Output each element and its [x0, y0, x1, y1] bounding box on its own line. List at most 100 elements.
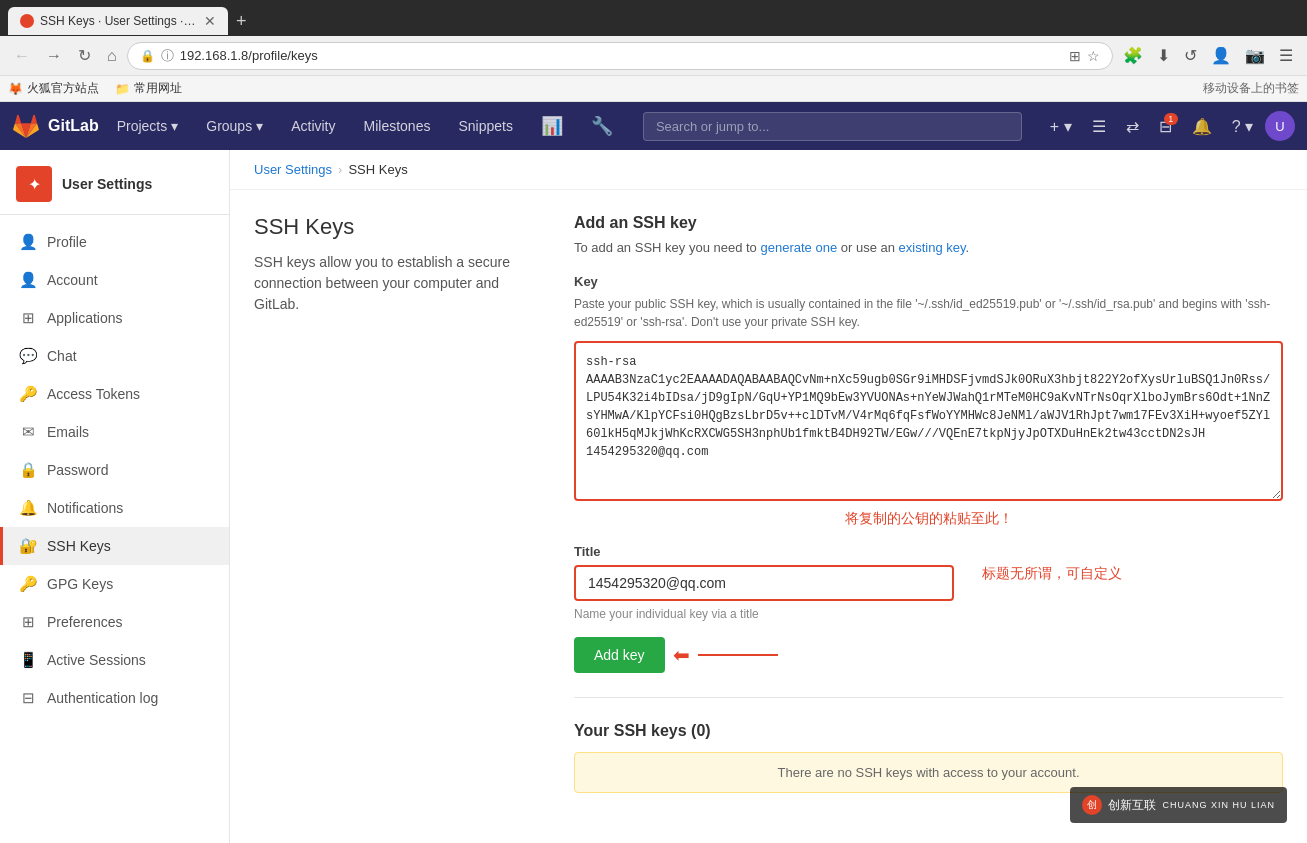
gitlab-logo[interactable]: GitLab	[12, 112, 99, 140]
sidebar-header: ✦ User Settings	[0, 150, 229, 215]
sidebar-item-label: Authentication log	[47, 690, 158, 706]
extensions-button[interactable]: 🧩	[1117, 42, 1149, 69]
downloads-button[interactable]: ⬇	[1151, 42, 1176, 69]
sidebar-item-label: SSH Keys	[47, 538, 111, 554]
sidebar-item-notifications[interactable]: 🔔 Notifications	[0, 489, 229, 527]
nav-merge-requests[interactable]: ⇄	[1118, 111, 1147, 142]
breadcrumb-parent-link[interactable]: User Settings	[254, 162, 332, 177]
refresh-button[interactable]: ↻	[72, 42, 97, 69]
tab-favicon	[20, 14, 34, 28]
user-avatar-button[interactable]: U	[1265, 111, 1295, 141]
sidebar-item-emails[interactable]: ✉ Emails	[0, 413, 229, 451]
bookmark-icon: 🦊	[8, 82, 23, 96]
browser-toolbar: ← → ↻ ⌂ 🔒 ⓘ 192.168.1.8/profile/keys ⊞ ☆…	[0, 36, 1307, 76]
title-input[interactable]	[574, 565, 954, 601]
sidebar-item-access-tokens[interactable]: 🔑 Access Tokens	[0, 375, 229, 413]
bookmark-common[interactable]: 📁 常用网址	[115, 80, 182, 97]
back-button[interactable]: ←	[8, 43, 36, 69]
bookmark-star-icon[interactable]: ☆	[1087, 48, 1100, 64]
tab-close-button[interactable]: ✕	[204, 13, 216, 29]
nav-milestones[interactable]: Milestones	[354, 110, 441, 142]
sidebar-item-label: Chat	[47, 348, 77, 364]
bookmarks-bar: 🦊 火狐官方站点 📁 常用网址 移动设备上的书签	[0, 76, 1307, 102]
new-tab-button[interactable]: +	[228, 11, 255, 32]
sync-button[interactable]: ↺	[1178, 42, 1203, 69]
chevron-down-icon: ▾	[256, 118, 263, 134]
sidebar-title: User Settings	[62, 176, 152, 192]
sessions-icon: 📱	[19, 651, 37, 669]
forward-button[interactable]: →	[40, 43, 68, 69]
key-field-hint: Paste your public SSH key, which is usua…	[574, 295, 1283, 331]
nav-projects[interactable]: Projects ▾	[107, 110, 189, 142]
search-input[interactable]	[643, 112, 1022, 141]
sidebar-item-auth-log[interactable]: ⊟ Authentication log	[0, 679, 229, 717]
sidebar-item-preferences[interactable]: ⊞ Preferences	[0, 603, 229, 641]
gitlab-logo-icon	[12, 112, 40, 140]
security-icon: 🔒	[140, 49, 155, 63]
gpg-icon: 🔑	[19, 575, 37, 593]
page-content: User Settings › SSH Keys SSH Keys SSH ke…	[230, 150, 1307, 843]
sidebar-nav: 👤 Profile 👤 Account ⊞ Applications 💬 Cha…	[0, 215, 229, 725]
nav-snippets[interactable]: Snippets	[448, 110, 522, 142]
sidebar-item-label: Notifications	[47, 500, 123, 516]
sidebar-item-label: Password	[47, 462, 108, 478]
info-icon: ⓘ	[161, 47, 174, 65]
nav-sidebar-toggle[interactable]: ☰	[1084, 111, 1114, 142]
arrow-line	[698, 654, 778, 656]
sidebar-item-label: Preferences	[47, 614, 122, 630]
sidebar-item-gpg-keys[interactable]: 🔑 GPG Keys	[0, 565, 229, 603]
sidebar-item-chat[interactable]: 💬 Chat	[0, 337, 229, 375]
watermark-text: 创新互联	[1108, 797, 1156, 814]
address-bar[interactable]: 🔒 ⓘ 192.168.1.8/profile/keys ⊞ ☆	[127, 42, 1113, 70]
tab-title: SSH Keys · User Settings · Git...	[40, 14, 198, 28]
nav-groups[interactable]: Groups ▾	[196, 110, 273, 142]
sidebar-item-label: Applications	[47, 310, 123, 326]
add-key-button[interactable]: Add key	[574, 637, 665, 673]
sidebar-avatar-icon: ✦	[16, 166, 52, 202]
generate-key-link[interactable]: generate one	[760, 240, 837, 255]
home-button[interactable]: ⌂	[101, 43, 123, 69]
bell-icon: 🔔	[19, 499, 37, 517]
person-icon: 👤	[19, 233, 37, 251]
nav-activity[interactable]: Activity	[281, 110, 345, 142]
intro-text: To add an SSH key you need to	[574, 240, 757, 255]
main-layout: ✦ User Settings 👤 Profile 👤 Account ⊞ Ap…	[0, 150, 1307, 843]
or-text: or use an	[841, 240, 895, 255]
chat-icon: 💬	[19, 347, 37, 365]
watermark-icon: 创	[1082, 795, 1102, 815]
chevron-down-icon: ▾	[1064, 118, 1072, 135]
title-field-label: Title	[574, 544, 1283, 559]
bookmark-label: 火狐官方站点	[27, 80, 99, 97]
sidebar-item-account[interactable]: 👤 Account	[0, 261, 229, 299]
bookmark-foxfire[interactable]: 🦊 火狐官方站点	[8, 80, 99, 97]
breadcrumb: User Settings › SSH Keys	[230, 150, 1307, 190]
chevron-down-icon: ▾	[171, 118, 178, 134]
ssh-key-textarea[interactable]: ssh-rsa AAAAB3NzaC1yc2EAAAADAQABAABAQCvN…	[574, 341, 1283, 501]
sidebar-item-applications[interactable]: ⊞ Applications	[0, 299, 229, 337]
sidebar-item-label: GPG Keys	[47, 576, 113, 592]
screenshot-button[interactable]: 📷	[1239, 42, 1271, 69]
sidebar-item-ssh-keys[interactable]: 🔐 SSH Keys	[0, 527, 229, 565]
global-search[interactable]	[643, 112, 1022, 141]
reader-icon[interactable]: ⊞	[1069, 48, 1081, 64]
nav-plus-button[interactable]: + ▾	[1042, 111, 1080, 142]
sidebar-item-password[interactable]: 🔒 Password	[0, 451, 229, 489]
sidebar-item-active-sessions[interactable]: 📱 Active Sessions	[0, 641, 229, 679]
breadcrumb-separator: ›	[338, 162, 342, 177]
page-description: SSH keys allow you to establish a secure…	[254, 252, 534, 315]
active-tab[interactable]: SSH Keys · User Settings · Git... ✕	[8, 7, 228, 35]
sidebar-item-profile[interactable]: 👤 Profile	[0, 223, 229, 261]
address-text: 192.168.1.8/profile/keys	[180, 48, 1063, 63]
gitlab-wordmark: GitLab	[48, 117, 99, 135]
add-ssh-key-title: Add an SSH key	[574, 214, 1283, 232]
menu-button[interactable]: ☰	[1273, 42, 1299, 69]
nav-bar-chart-icon[interactable]: 📊	[531, 107, 573, 145]
sidebar-item-label: Emails	[47, 424, 89, 440]
nav-notifications[interactable]: 🔔	[1184, 111, 1220, 142]
account-button[interactable]: 👤	[1205, 42, 1237, 69]
folder-icon: 📁	[115, 82, 130, 96]
nav-issues[interactable]: ⊟ 1	[1151, 111, 1180, 142]
nav-spanner-icon[interactable]: 🔧	[581, 107, 623, 145]
nav-help[interactable]: ? ▾	[1224, 111, 1261, 142]
existing-key-link[interactable]: existing key	[899, 240, 966, 255]
